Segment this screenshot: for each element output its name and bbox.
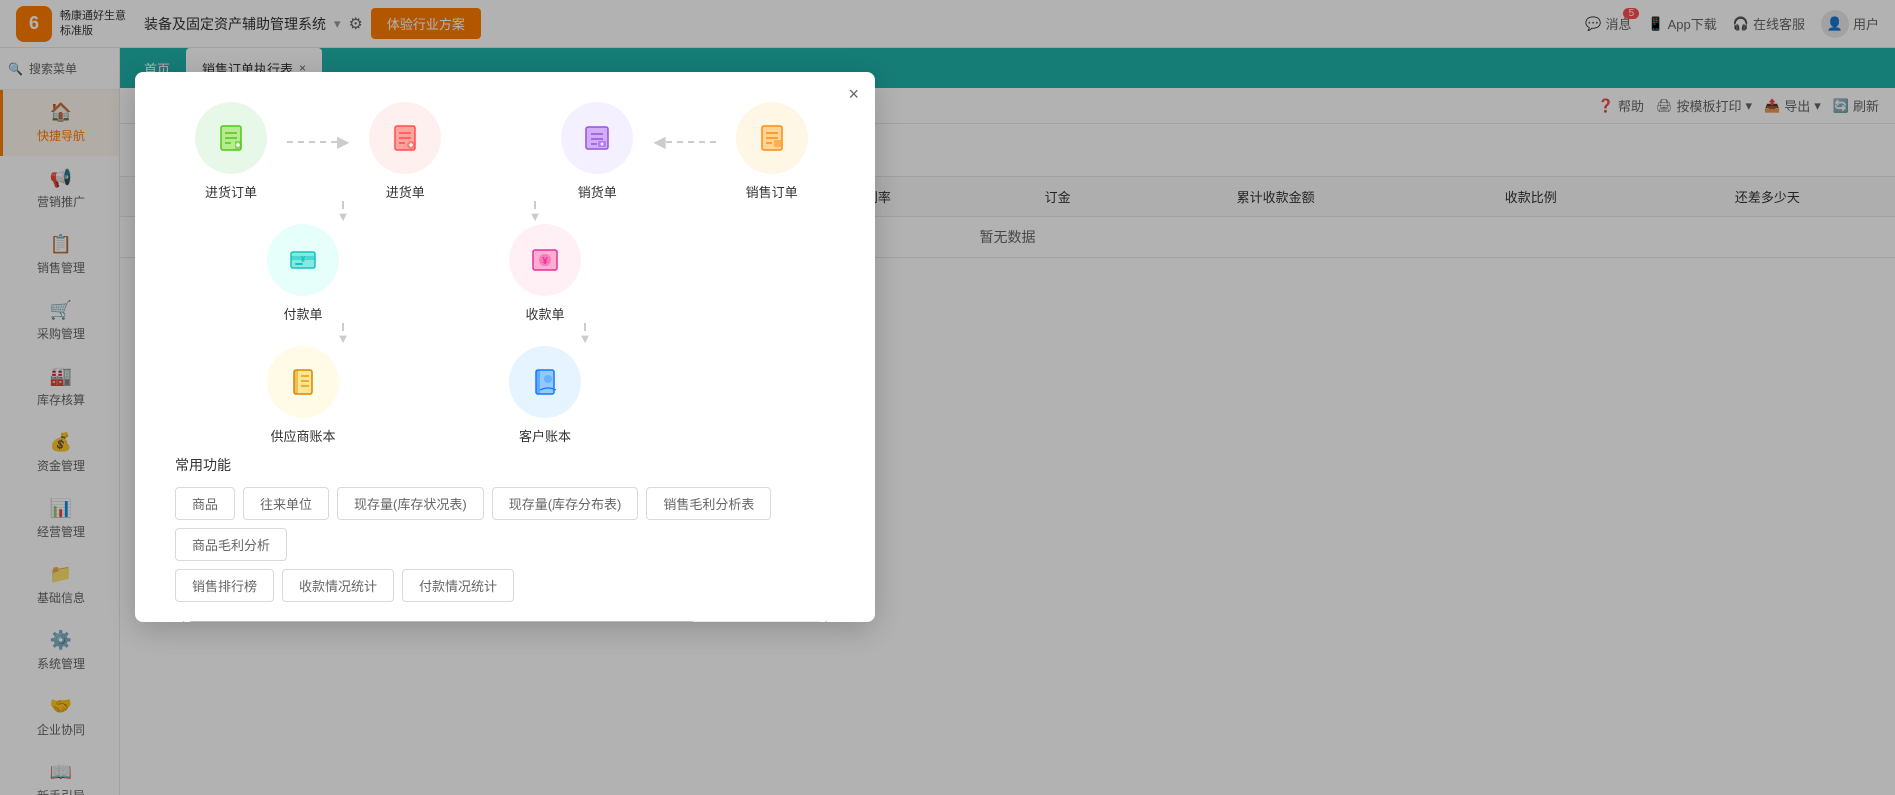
common-functions-section: 常用功能 商品 往来单位 现存量(库存状况表) 现存量(库存分布表) 销售毛利分… <box>175 455 835 602</box>
func-btn-goods-margin[interactable]: 商品毛利分析 <box>175 528 287 561</box>
flow-row-2: ▼ ▼ <box>175 201 835 224</box>
scroll-left-arrow[interactable]: ◀ <box>175 618 184 622</box>
scroll-right-arrow[interactable]: ▶ <box>826 618 835 622</box>
flow-row-1: 进货订单 ▶ <box>175 102 835 201</box>
func-btn-partner[interactable]: 往来单位 <box>243 487 329 520</box>
func-btn-receipt-stat[interactable]: 收款情况统计 <box>282 569 394 602</box>
modal: × <box>135 72 875 622</box>
flow-node-supplier-ledger[interactable]: 供应商账本 <box>267 346 339 445</box>
supplier-ledger-icon <box>267 346 339 418</box>
func-btn-stock-dist[interactable]: 现存量(库存分布表) <box>492 487 639 520</box>
modal-scrollbar: ◀ ▶ <box>175 618 835 622</box>
customer-ledger-icon <box>509 346 581 418</box>
sales-order-icon <box>736 102 808 174</box>
arrow-1: ▶ <box>287 132 349 172</box>
function-buttons-row2: 销售排行榜 收款情况统计 付款情况统计 <box>175 569 835 602</box>
flow-row-4: ▼ ▼ <box>175 323 835 346</box>
flow-row-3: ¥ 付款单 ¥ <box>175 224 835 323</box>
flow-node-payment[interactable]: ¥ 付款单 <box>267 224 339 323</box>
sales-bill-icon <box>561 102 633 174</box>
function-buttons-container: 商品 往来单位 现存量(库存状况表) 现存量(库存分布表) 销售毛利分析表 商品… <box>175 487 835 561</box>
func-btn-stock-status[interactable]: 现存量(库存状况表) <box>337 487 484 520</box>
flow-node-customer-ledger[interactable]: 客户账本 <box>509 346 581 445</box>
arrow-2: ◀ <box>653 132 715 172</box>
receipt-icon: ¥ <box>509 224 581 296</box>
func-btn-goods[interactable]: 商品 <box>175 487 235 520</box>
scroll-thumb <box>188 621 695 622</box>
flow-node-purchase-bill[interactable]: 进货单 <box>369 102 441 201</box>
svg-text:¥: ¥ <box>301 255 306 264</box>
flow-diagram: 进货订单 ▶ <box>175 102 835 445</box>
flow-node-purchase-order[interactable]: 进货订单 <box>195 102 267 201</box>
scroll-track[interactable] <box>188 621 822 622</box>
app-container: 6 畅康通好生意 标准版 装备及固定资产辅助管理系统 ▾ ⚙ 体验行业方案 💬 … <box>0 0 1895 795</box>
flow-row-5: 供应商账本 客户账 <box>175 346 835 445</box>
flow-node-receipt[interactable]: ¥ 收款单 <box>509 224 581 323</box>
svg-text:¥: ¥ <box>542 256 548 267</box>
func-btn-payment-stat[interactable]: 付款情况统计 <box>402 569 514 602</box>
purchase-bill-icon <box>369 102 441 174</box>
modal-close-button[interactable]: × <box>848 84 859 105</box>
purchase-order-icon <box>195 102 267 174</box>
flow-node-sales-bill[interactable]: 销货单 <box>561 102 633 201</box>
payment-icon: ¥ <box>267 224 339 296</box>
modal-overlay[interactable]: × <box>0 0 1895 795</box>
func-btn-sales-margin[interactable]: 销售毛利分析表 <box>646 487 771 520</box>
common-functions-title: 常用功能 <box>175 455 835 475</box>
flow-node-sales-order[interactable]: 销售订单 <box>736 102 808 201</box>
func-btn-sales-rank[interactable]: 销售排行榜 <box>175 569 274 602</box>
